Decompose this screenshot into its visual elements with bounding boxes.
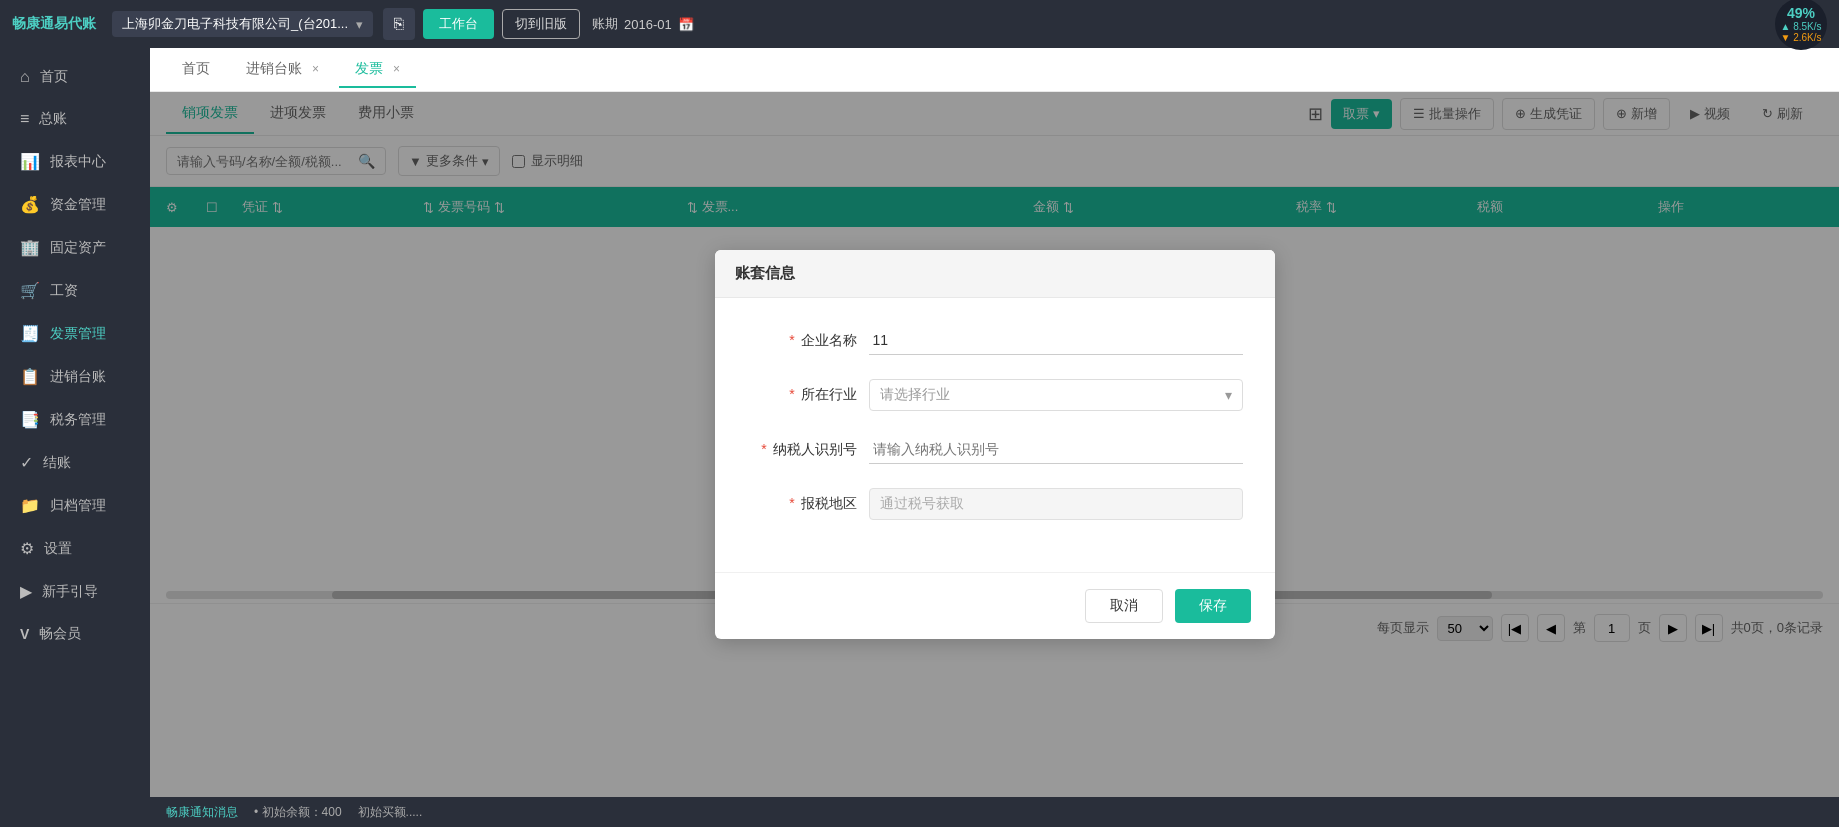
industry-dropdown-icon: ▾	[1225, 387, 1232, 403]
company-name-label: * 企业名称	[747, 332, 857, 350]
copy-icon-btn[interactable]: ⎘	[383, 8, 415, 40]
workbench-button[interactable]: 工作台	[423, 9, 494, 39]
gear-icon: ⚙	[20, 539, 34, 558]
sales-icon: 📋	[20, 367, 40, 386]
sidebar-item-close[interactable]: ✓ 结账	[0, 441, 150, 484]
sidebar-item-label: 首页	[40, 68, 68, 86]
form-row-company: * 企业名称	[747, 326, 1243, 355]
funds-icon: 💰	[20, 195, 40, 214]
breadcrumb-tab-label: 首页	[182, 60, 210, 78]
invoice-icon: 🧾	[20, 324, 40, 343]
modal-overlay: 账套信息 * 企业名称	[150, 92, 1839, 797]
archive-icon: 📁	[20, 496, 40, 515]
breadcrumb-tab-invoice[interactable]: 发票 ×	[339, 52, 416, 88]
close-accounts-icon: ✓	[20, 453, 33, 472]
sidebar-item-label: 工资	[50, 282, 78, 300]
main-content: 首页 进销台账 × 发票 × 销项发票 进项发票 费用小票 ⊞	[150, 48, 1839, 827]
tax-icon: 📑	[20, 410, 40, 429]
switch-old-button[interactable]: 切到旧版	[502, 9, 580, 39]
sidebar-item-reports[interactable]: 📊 报表中心	[0, 140, 150, 183]
bottom-bar: 畅康通知消息 • 初始余额：400 初始买额.....	[150, 797, 1839, 827]
home-icon: ⌂	[20, 68, 30, 86]
sidebar-item-salary[interactable]: 🛒 工资	[0, 269, 150, 312]
tax-region-label: * 报税地区	[747, 495, 857, 513]
content-area: 销项发票 进项发票 费用小票 ⊞ 取票 ▾ ☰ 批量操作	[150, 92, 1839, 797]
industry-select[interactable]: 请选择行业 ▾	[869, 379, 1243, 411]
calendar-icon[interactable]: 📅	[678, 17, 694, 32]
salary-icon: 🛒	[20, 281, 40, 300]
tab-close-active-icon[interactable]: ×	[393, 62, 400, 76]
sidebar-item-invoice[interactable]: 🧾 发票管理	[0, 312, 150, 355]
sidebar-item-sales-ledger[interactable]: 📋 进销台账	[0, 355, 150, 398]
modal-header: 账套信息	[715, 250, 1275, 298]
form-row-tax-region: * 报税地区 通过税号获取	[747, 488, 1243, 520]
period-label: 账期 2016-01 📅	[592, 15, 694, 33]
bottom-text2: 初始买额.....	[358, 804, 423, 821]
industry-label: * 所在行业	[747, 386, 857, 404]
sidebar-item-label: 资金管理	[50, 196, 106, 214]
form-row-tax-id: * 纳税人识别号	[747, 435, 1243, 464]
bottom-text1: • 初始余额：400	[254, 804, 342, 821]
sidebar-item-assets[interactable]: 🏢 固定资产	[0, 226, 150, 269]
tax-region-field: 通过税号获取	[869, 488, 1243, 520]
company-name-input[interactable]	[869, 326, 1243, 355]
sidebar-item-archive[interactable]: 📁 归档管理	[0, 484, 150, 527]
company-name: 上海卯金刀电子科技有限公司_(台201...	[122, 15, 348, 33]
ledger-icon: ≡	[20, 110, 29, 128]
tab-close-icon[interactable]: ×	[312, 62, 319, 76]
sidebar-item-member[interactable]: V 畅会员	[0, 613, 150, 655]
company-dropdown-arrow: ▾	[356, 17, 363, 32]
sidebar-item-home[interactable]: ⌂ 首页	[0, 56, 150, 98]
industry-placeholder: 请选择行业	[880, 386, 950, 404]
tax-id-input[interactable]	[869, 435, 1243, 464]
sidebar-item-label: 归档管理	[50, 497, 106, 515]
app-logo: 畅康通易代账	[12, 15, 96, 33]
modal-footer: 取消 保存	[715, 572, 1275, 639]
breadcrumb-tab-home[interactable]: 首页	[166, 52, 226, 88]
sidebar: ⌂ 首页 ≡ 总账 📊 报表中心 💰 资金管理 🏢 固定资产 🛒 工资 🧾 发票…	[0, 48, 150, 827]
breadcrumb-tab-sales-ledger[interactable]: 进销台账 ×	[230, 52, 335, 88]
sidebar-item-label: 固定资产	[50, 239, 106, 257]
sidebar-item-label: 税务管理	[50, 411, 106, 429]
top-bar: 畅康通易代账 上海卯金刀电子科技有限公司_(台201... ▾ ⎘ 工作台 切到…	[0, 0, 1839, 48]
sidebar-item-label: 新手引导	[42, 583, 98, 601]
company-selector[interactable]: 上海卯金刀电子科技有限公司_(台201... ▾	[112, 11, 373, 37]
cancel-button[interactable]: 取消	[1085, 589, 1163, 623]
modal-body: * 企业名称 * 所在行业 请选择行业	[715, 298, 1275, 572]
bottom-link[interactable]: 畅康通知消息	[166, 804, 238, 821]
sidebar-item-label: 结账	[43, 454, 71, 472]
sidebar-item-label: 报表中心	[50, 153, 106, 171]
modal: 账套信息 * 企业名称	[715, 250, 1275, 639]
assets-icon: 🏢	[20, 238, 40, 257]
sidebar-item-settings[interactable]: ⚙ 设置	[0, 527, 150, 570]
guide-icon: ▶	[20, 582, 32, 601]
sidebar-item-label: 总账	[39, 110, 67, 128]
sidebar-item-funds[interactable]: 💰 资金管理	[0, 183, 150, 226]
sidebar-item-label: 畅会员	[39, 625, 81, 643]
modal-title: 账套信息	[735, 264, 795, 281]
sidebar-item-label: 设置	[44, 540, 72, 558]
sidebar-item-label: 发票管理	[50, 325, 106, 343]
speed-indicator: 49% ▲ 8.5K/s ▼ 2.6K/s	[1775, 0, 1827, 50]
sidebar-item-tax[interactable]: 📑 税务管理	[0, 398, 150, 441]
sidebar-item-guide[interactable]: ▶ 新手引导	[0, 570, 150, 613]
top-bar-right: 49% ▲ 8.5K/s ▼ 2.6K/s	[1775, 0, 1827, 50]
sidebar-item-label: 进销台账	[50, 368, 106, 386]
tax-id-label: * 纳税人识别号	[747, 441, 857, 459]
reports-icon: 📊	[20, 152, 40, 171]
save-button[interactable]: 保存	[1175, 589, 1251, 623]
sidebar-item-ledger[interactable]: ≡ 总账	[0, 98, 150, 140]
breadcrumb-tabs: 首页 进销台账 × 发票 ×	[150, 48, 1839, 92]
breadcrumb-tab-label: 发票	[355, 60, 383, 78]
form-row-industry: * 所在行业 请选择行业 ▾	[747, 379, 1243, 411]
breadcrumb-tab-label: 进销台账	[246, 60, 302, 78]
member-icon: V	[20, 626, 29, 642]
